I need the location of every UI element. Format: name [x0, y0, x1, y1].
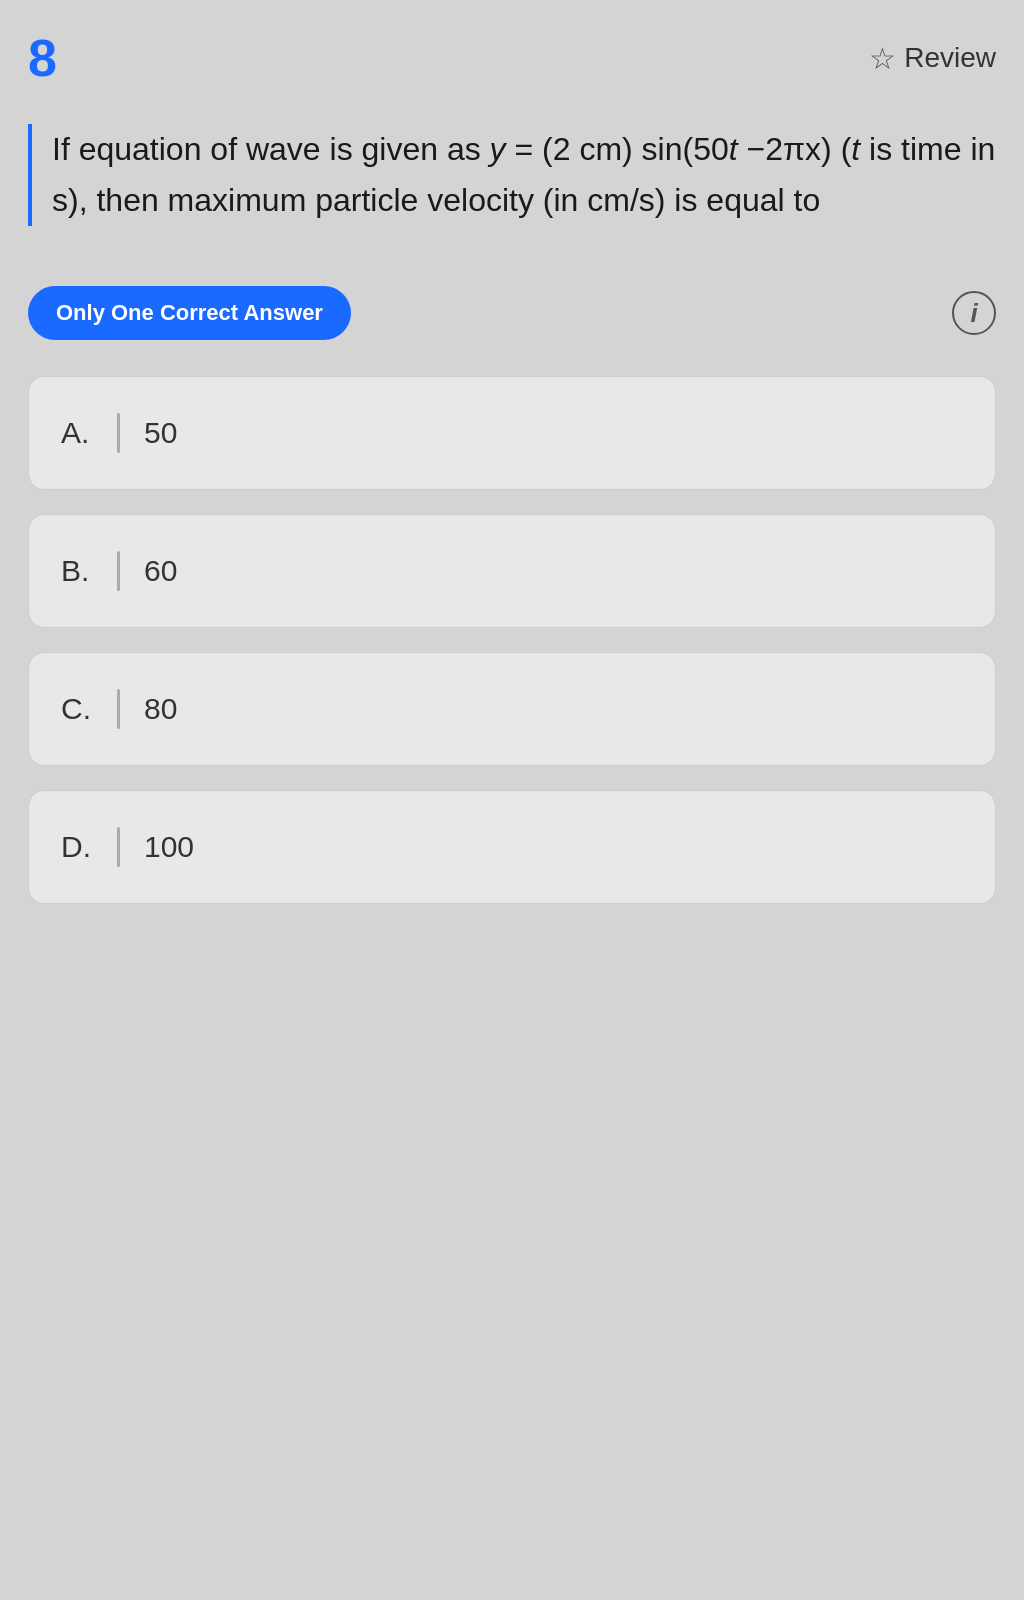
info-icon[interactable]: i [952, 291, 996, 335]
option-c[interactable]: C. 80 [28, 652, 996, 766]
option-b-value: 60 [144, 554, 177, 588]
option-a[interactable]: A. 50 [28, 376, 996, 490]
option-d[interactable]: D. 100 [28, 790, 996, 904]
review-button[interactable]: ☆ Review [869, 41, 996, 76]
star-icon: ☆ [869, 41, 896, 76]
option-b[interactable]: B. 60 [28, 514, 996, 628]
question-text: If equation of wave is given as y = (2 c… [52, 124, 996, 226]
option-d-letter: D. [61, 830, 93, 864]
header: 8 ☆ Review [28, 32, 996, 84]
option-b-divider [117, 551, 120, 591]
option-a-value: 50 [144, 416, 177, 450]
answer-type-badge: Only One Correct Answer [28, 286, 351, 340]
option-a-divider [117, 413, 120, 453]
option-b-letter: B. [61, 554, 93, 588]
page-container: 8 ☆ Review If equation of wave is given … [0, 0, 1024, 1600]
options-container: A. 50 B. 60 C. 80 D. 100 [28, 376, 996, 904]
badge-row: Only One Correct Answer i [28, 286, 996, 340]
review-label: Review [904, 42, 996, 74]
option-c-value: 80 [144, 692, 177, 726]
info-symbol: i [970, 298, 977, 329]
option-d-value: 100 [144, 830, 194, 864]
option-d-divider [117, 827, 120, 867]
option-a-letter: A. [61, 416, 93, 450]
option-c-divider [117, 689, 120, 729]
option-c-letter: C. [61, 692, 93, 726]
question-number: 8 [28, 32, 57, 84]
question-section: If equation of wave is given as y = (2 c… [28, 124, 996, 226]
